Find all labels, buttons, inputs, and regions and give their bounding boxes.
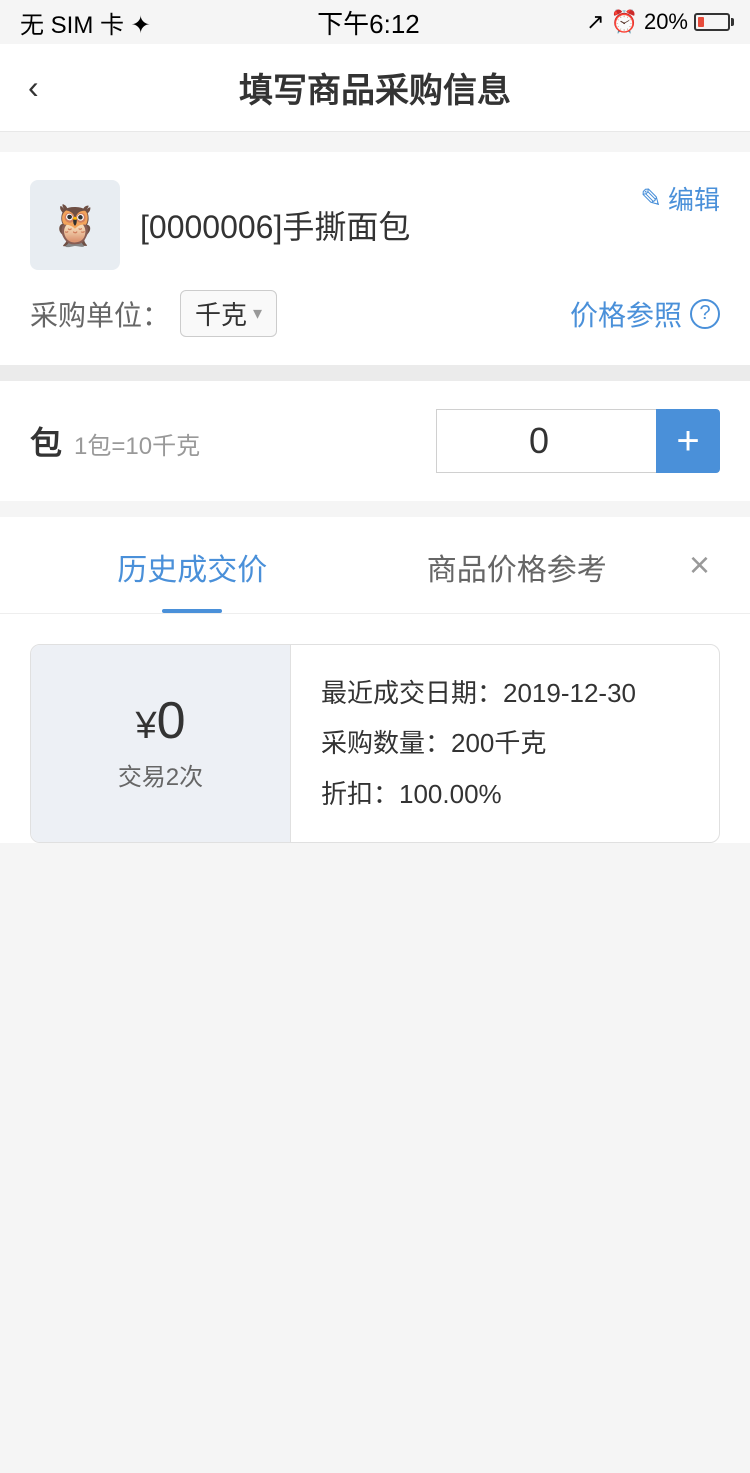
dropdown-arrow-icon: ▾: [253, 303, 262, 324]
location-icon: ↗: [586, 9, 604, 35]
signal-text: 无 SIM 卡 ✦: [20, 5, 151, 40]
unit-group: 采购单位： 千克 ▾: [30, 290, 277, 337]
product-left: 🦉 [0000006]手撕面包: [30, 180, 410, 270]
unit-label: 采购单位：: [30, 294, 170, 334]
discount-label: 折扣：: [321, 779, 399, 809]
qty-input[interactable]: [436, 409, 656, 473]
qty-input-group: +: [436, 409, 720, 473]
product-name: [0000006]手撕面包: [140, 202, 410, 248]
price-value: 0: [157, 692, 186, 750]
product-unit-row: 采购单位： 千克 ▾ 价格参照 ?: [30, 290, 720, 337]
status-right: ↗ ⏰ 20%: [586, 9, 730, 35]
tab-product-price-ref[interactable]: 商品价格参考: [354, 517, 678, 613]
price-ref-label: 价格参照: [570, 294, 682, 334]
recent-date-label: 最近成交日期：: [321, 678, 503, 708]
page-title: 填写商品采购信息: [239, 63, 511, 112]
nav-bar: ‹ 填写商品采购信息: [0, 44, 750, 132]
history-left: ¥0 交易2次: [31, 645, 291, 842]
status-time: 下午6:12: [317, 4, 420, 41]
battery-fill: [698, 17, 704, 27]
product-card: 🦉 [0000006]手撕面包 ✎ 编辑 采购单位： 千克 ▾ 价格参照 ?: [0, 152, 750, 365]
qty-conversion: 1包=10千克: [74, 426, 200, 461]
history-trades: 交易2次: [118, 757, 203, 792]
product-image: 🦉: [50, 202, 100, 249]
purchase-qty-label: 采购数量：: [321, 728, 451, 758]
unit-value: 千克: [195, 295, 247, 332]
edit-icon: ✎: [640, 183, 662, 214]
status-bar: 无 SIM 卡 ✦ 下午6:12 ↗ ⏰ 20%: [0, 0, 750, 44]
discount-value: 100.00%: [399, 779, 502, 809]
price-ref-button[interactable]: 价格参照 ?: [570, 294, 720, 334]
history-right: 最近成交日期：2019-12-30 采购数量：200千克 折扣：100.00%: [291, 645, 719, 842]
edit-label: 编辑: [668, 180, 720, 217]
history-card: ¥0 交易2次 最近成交日期：2019-12-30 采购数量：200千克 折扣：…: [30, 644, 720, 843]
tab-history-price[interactable]: 历史成交价: [30, 517, 354, 613]
back-button[interactable]: ‹: [28, 69, 39, 106]
tabs-header: 历史成交价 商品价格参考 ×: [0, 517, 750, 614]
status-left: 无 SIM 卡 ✦: [20, 5, 151, 40]
product-thumbnail: 🦉: [30, 180, 120, 270]
battery-percent: 20%: [644, 9, 688, 35]
edit-button[interactable]: ✎ 编辑: [640, 180, 720, 217]
qty-plus-button[interactable]: +: [656, 409, 720, 473]
quantity-row: 包 1包=10千克 +: [0, 381, 750, 501]
purchase-qty-value: 200千克: [451, 728, 546, 758]
history-price: ¥0: [135, 695, 185, 747]
main-content: [0, 873, 750, 1473]
yen-symbol: ¥: [135, 705, 156, 747]
unit-select[interactable]: 千克 ▾: [180, 290, 277, 337]
battery-icon: [694, 13, 730, 31]
tabs-section: 历史成交价 商品价格参考 × ¥0 交易2次 最近成交日期：2019-12-30…: [0, 517, 750, 843]
divider: [0, 365, 750, 381]
alarm-icon: ⏰: [611, 9, 638, 35]
discount-row: 折扣：100.00%: [321, 776, 689, 812]
tab-close-button[interactable]: ×: [679, 544, 720, 586]
purchase-qty-row: 采购数量：200千克: [321, 725, 689, 761]
qty-unit-name: 包: [30, 418, 62, 464]
recent-date-value: 2019-12-30: [503, 678, 636, 708]
recent-date-row: 最近成交日期：2019-12-30: [321, 675, 689, 711]
help-icon: ?: [690, 299, 720, 329]
product-header: 🦉 [0000006]手撕面包 ✎ 编辑: [30, 180, 720, 270]
quantity-label: 包 1包=10千克: [30, 418, 200, 464]
